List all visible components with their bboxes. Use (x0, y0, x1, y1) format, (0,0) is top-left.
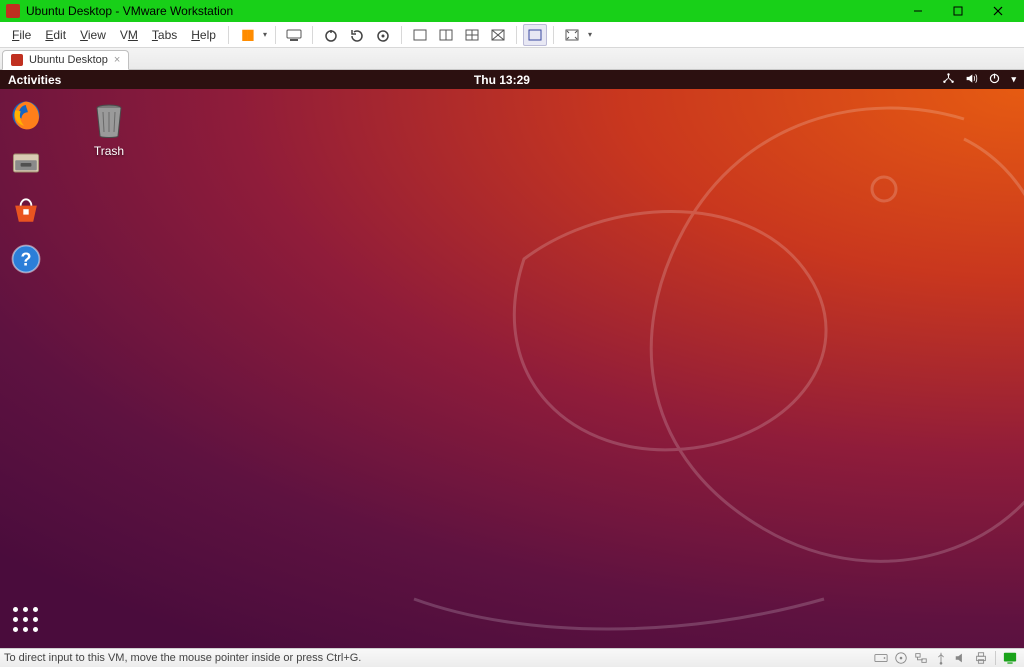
volume-icon[interactable] (965, 72, 978, 88)
separator (275, 26, 276, 44)
dock-help[interactable]: ? (6, 239, 46, 279)
console-view-button[interactable] (523, 24, 547, 46)
menu-edit[interactable]: Edit (39, 25, 72, 45)
power-icon[interactable] (988, 72, 1001, 88)
send-ctrl-alt-del-button[interactable] (282, 24, 306, 46)
vm-tab-close-icon[interactable]: × (114, 54, 120, 66)
fullscreen-dropdown[interactable]: ▾ (586, 30, 594, 39)
window-title: Ubuntu Desktop - VMware Workstation (26, 4, 898, 18)
minimize-button[interactable] (898, 0, 938, 22)
window-titlebar: Ubuntu Desktop - VMware Workstation (0, 0, 1024, 22)
view-unity-button[interactable] (486, 24, 510, 46)
status-hint: To direct input to this VM, move the mou… (4, 652, 871, 664)
dock-software[interactable] (6, 191, 46, 231)
menu-vm[interactable]: VM (114, 25, 144, 45)
device-harddisk-icon[interactable] (871, 650, 891, 666)
view-split-button[interactable] (434, 24, 458, 46)
fullscreen-button[interactable] (560, 24, 584, 46)
chevron-down-icon[interactable]: ▾ (1011, 74, 1016, 85)
wallpaper-bird-art (324, 89, 1024, 639)
view-single-button[interactable] (408, 24, 432, 46)
separator (228, 26, 229, 44)
device-printer-icon[interactable] (971, 650, 991, 666)
menu-file[interactable]: File (6, 25, 37, 45)
menu-view[interactable]: View (74, 25, 112, 45)
menu-help[interactable]: Help (185, 25, 222, 45)
clock[interactable]: Thu 13:29 (61, 73, 942, 87)
desktop-wallpaper (0, 89, 1024, 648)
menu-tabs[interactable]: Tabs (146, 25, 183, 45)
desktop-trash[interactable]: Trash (74, 98, 144, 158)
separator (401, 26, 402, 44)
trash-label: Trash (74, 144, 144, 158)
vm-tabstrip: Ubuntu Desktop × (0, 48, 1024, 70)
separator (553, 26, 554, 44)
separator (516, 26, 517, 44)
guest-display[interactable]: Activities Thu 13:29 ▾ (0, 70, 1024, 648)
device-cd-icon[interactable] (891, 650, 911, 666)
menu-bar: File Edit View VM Tabs Help ▮▮ ▾ ▾ (0, 22, 1024, 48)
vmware-logo-icon (6, 4, 20, 18)
network-icon[interactable] (942, 72, 955, 88)
power-suspend-button[interactable]: ▮▮ (235, 24, 259, 46)
snapshot-manager-button[interactable] (371, 24, 395, 46)
svg-text:?: ? (21, 249, 32, 269)
device-network-icon[interactable] (911, 650, 931, 666)
activities-button[interactable]: Activities (8, 73, 61, 87)
close-button[interactable] (978, 0, 1018, 22)
gnome-top-bar: Activities Thu 13:29 ▾ (0, 70, 1024, 89)
power-dropdown[interactable]: ▾ (261, 30, 269, 39)
snapshot-revert-button[interactable] (345, 24, 369, 46)
system-tray[interactable]: ▾ (942, 72, 1016, 88)
status-bar: To direct input to this VM, move the mou… (0, 648, 1024, 667)
apps-grid-icon (13, 607, 39, 633)
dock-files[interactable] (6, 143, 46, 183)
trash-icon (87, 98, 131, 142)
ubuntu-dock: ? (0, 89, 52, 648)
view-tile-button[interactable] (460, 24, 484, 46)
dock-firefox[interactable] (6, 95, 46, 135)
show-applications-button[interactable] (6, 600, 46, 640)
vm-tab-ubuntu[interactable]: Ubuntu Desktop × (2, 50, 129, 70)
maximize-button[interactable] (938, 0, 978, 22)
device-usb-icon[interactable] (931, 650, 951, 666)
device-sound-icon[interactable] (951, 650, 971, 666)
device-display-icon[interactable] (1000, 650, 1020, 666)
snapshot-take-button[interactable] (319, 24, 343, 46)
separator (312, 26, 313, 44)
vm-tab-icon (11, 54, 23, 66)
vm-tab-label: Ubuntu Desktop (29, 54, 108, 66)
separator (995, 651, 996, 665)
